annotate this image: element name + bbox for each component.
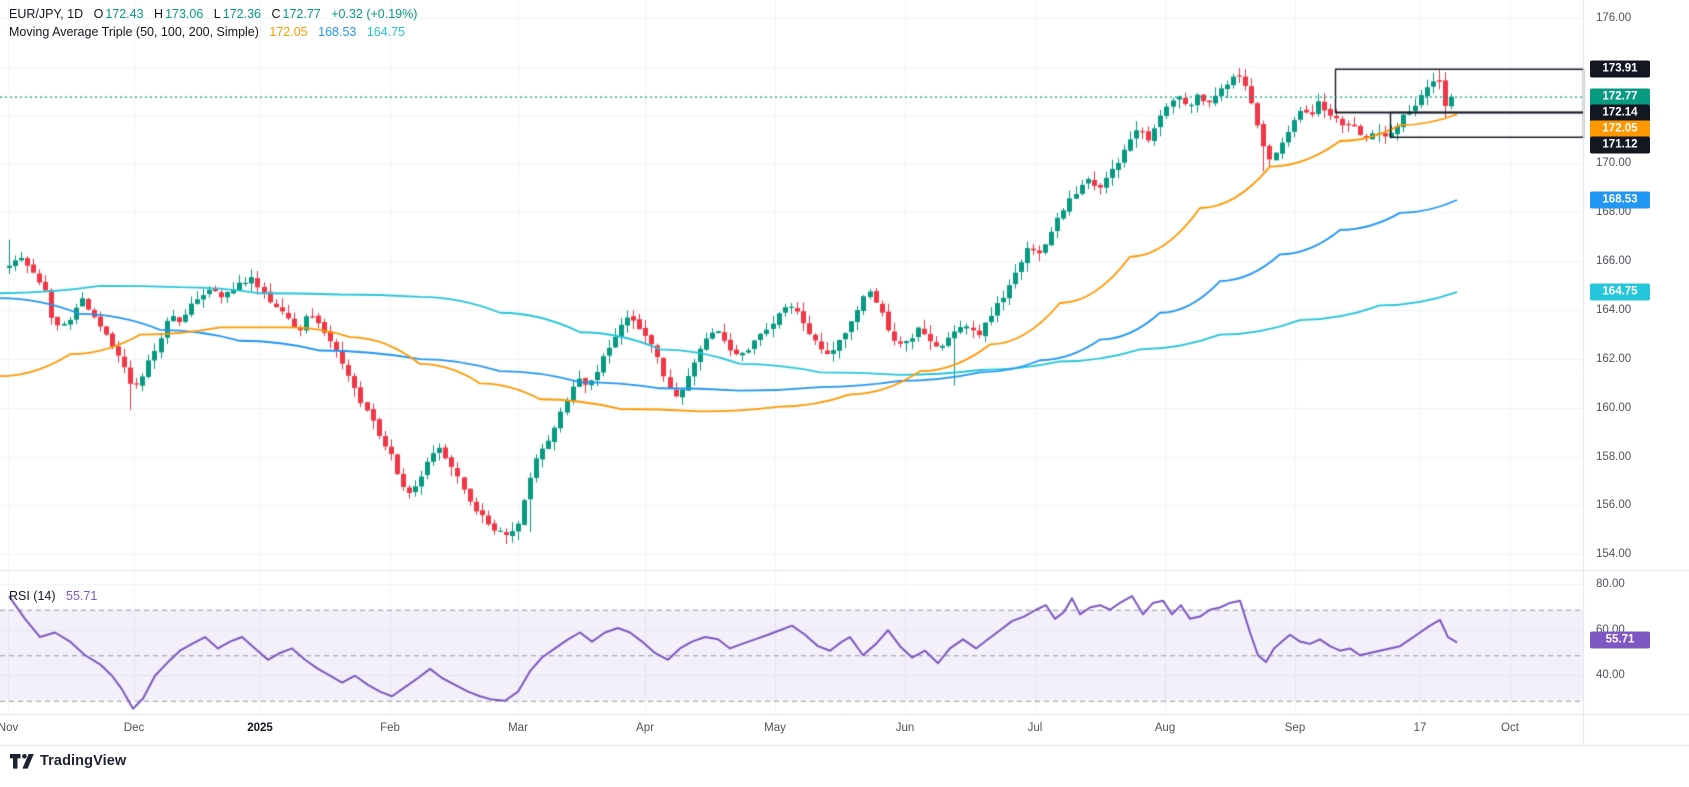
- price-axis-label: 158.00: [1596, 451, 1676, 463]
- watermark-text: TradingView: [40, 753, 126, 769]
- time-axis-label: Dec: [124, 722, 144, 734]
- price-badge: 172.14: [1590, 104, 1650, 121]
- price-axis-label: 166.00: [1596, 255, 1676, 267]
- high-value: 173.06: [165, 7, 203, 21]
- ma-title: Moving Average Triple (50, 100, 200, Sim…: [9, 25, 259, 39]
- tradingview-chart-window: EUR/JPY, 1D O172.43 H173.06 L172.36 C172…: [0, 0, 1689, 787]
- close-label: C: [271, 7, 280, 21]
- time-axis-label: Feb: [380, 722, 400, 734]
- price-axis-label: 156.00: [1596, 499, 1676, 511]
- tradingview-logo-icon: [10, 754, 34, 769]
- time-axis-label: Aug: [1155, 722, 1175, 734]
- price-axis-label: 154.00: [1596, 548, 1676, 560]
- ma-legend[interactable]: Moving Average Triple (50, 100, 200, Sim…: [9, 25, 412, 39]
- price-axis-label: 80.00: [1596, 578, 1676, 590]
- change-value: +0.32 (+0.19%): [331, 7, 417, 21]
- price-axis-label: 160.00: [1596, 402, 1676, 414]
- time-axis-label: May: [764, 722, 786, 734]
- low-value: 172.36: [223, 7, 261, 21]
- low-label: L: [214, 7, 221, 21]
- time-axis-label: Oct: [1501, 722, 1519, 734]
- ma200-value: 164.75: [367, 25, 405, 39]
- price-badge: 171.12: [1590, 136, 1650, 153]
- rsi-legend[interactable]: RSI (14) 55.71: [9, 589, 97, 603]
- symbol-legend[interactable]: EUR/JPY, 1D O172.43 H173.06 L172.36 C172…: [9, 7, 417, 21]
- time-axis-label: Mar: [508, 722, 528, 734]
- chart-canvas[interactable]: [0, 0, 1689, 787]
- rsi-value: 55.71: [66, 589, 97, 603]
- high-label: H: [154, 7, 163, 21]
- time-axis-label: 2025: [247, 722, 273, 734]
- price-axis-label: 162.00: [1596, 353, 1676, 365]
- ma50-value: 172.05: [269, 25, 307, 39]
- open-value: 172.43: [105, 7, 143, 21]
- price-axis-label: 164.00: [1596, 304, 1676, 316]
- ma100-value: 168.53: [318, 25, 356, 39]
- tradingview-watermark[interactable]: TradingView: [10, 753, 126, 769]
- time-axis-label: Sep: [1285, 722, 1305, 734]
- price-badge: 172.77: [1590, 88, 1650, 105]
- time-axis-label: Jun: [896, 722, 915, 734]
- symbol-title: EUR/JPY, 1D: [9, 7, 83, 21]
- open-label: O: [94, 7, 104, 21]
- price-badge: 173.91: [1590, 61, 1650, 78]
- price-axis-label: 40.00: [1596, 669, 1676, 681]
- price-axis-label: 170.00: [1596, 157, 1676, 169]
- close-value: 172.77: [283, 7, 321, 21]
- time-axis-label: Apr: [636, 722, 654, 734]
- price-badge: 168.53: [1590, 192, 1650, 209]
- price-badge: 164.75: [1590, 284, 1650, 301]
- rsi-title: RSI (14): [9, 589, 56, 603]
- time-axis-label: Jul: [1028, 722, 1043, 734]
- time-axis-label: Nov: [0, 722, 18, 734]
- price-badge: 172.05: [1590, 120, 1650, 137]
- time-axis-label: 17: [1414, 722, 1427, 734]
- price-axis-label: 176.00: [1596, 12, 1676, 24]
- price-badge: 55.71: [1590, 632, 1650, 649]
